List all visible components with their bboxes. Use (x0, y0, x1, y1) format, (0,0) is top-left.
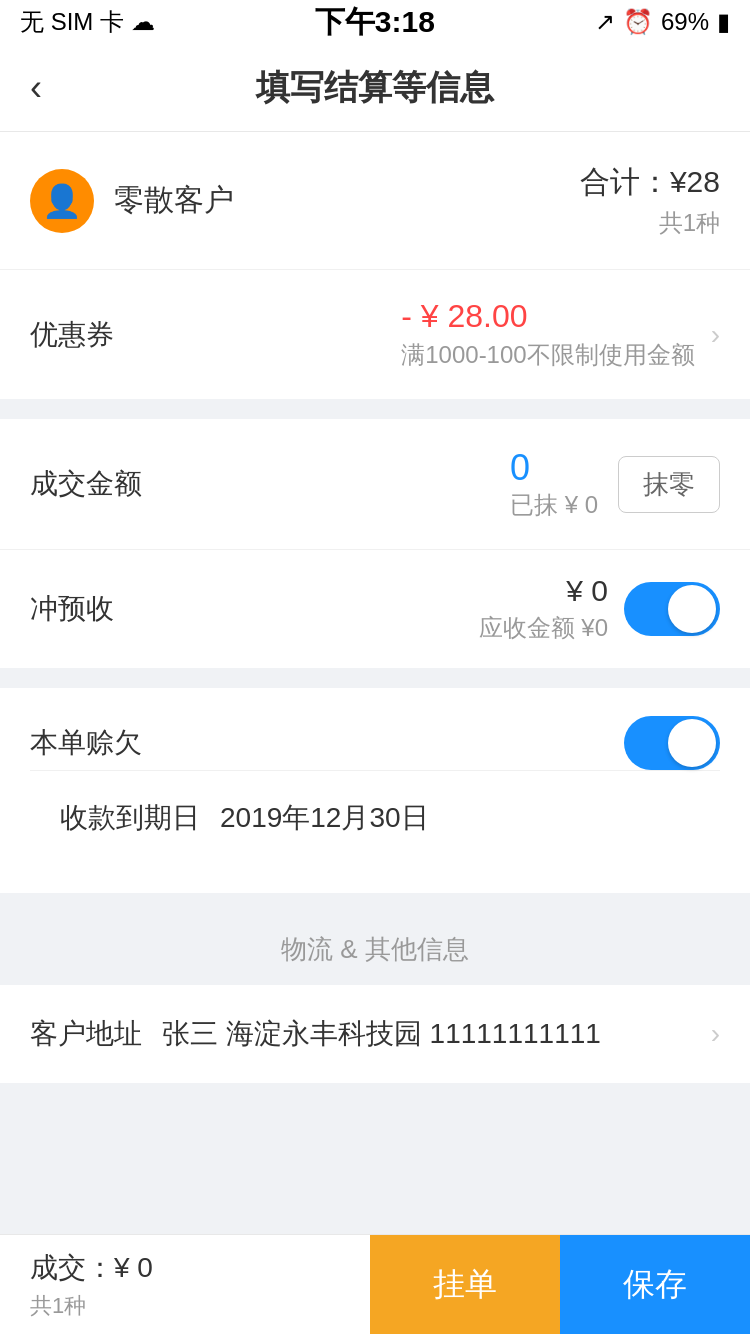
customer-totals: 合计：¥28 共1种 (580, 162, 720, 239)
battery-level: 69% (661, 8, 709, 36)
prepayment-label: 冲预收 (30, 590, 114, 628)
battery-icon: ▮ (717, 8, 730, 36)
transaction-row: 成交金额 0 已抹 ¥ 0 抹零 (0, 419, 750, 549)
bottom-count: 共1种 (30, 1291, 340, 1321)
content-area: 👤 零散客户 合计：¥28 共1种 优惠券 - ¥ 28.00 满1000-10… (0, 132, 750, 1303)
alarm-icon: ⏰ (623, 8, 653, 36)
coupon-description: 满1000-100不限制使用金额 (401, 339, 694, 371)
logistics-header: 物流 & 其他信息 (0, 913, 750, 985)
avatar-icon: 👤 (42, 182, 82, 220)
nav-bar: ‹ 填写结算等信息 (0, 44, 750, 132)
customer-row: 👤 零散客户 合计：¥28 共1种 (0, 132, 750, 269)
debit-toggle-knob (668, 719, 716, 767)
sim-status: 无 SIM 卡 ☁ (20, 6, 155, 38)
logistics-title: 物流 & 其他信息 (281, 932, 469, 967)
transaction-section: 成交金额 0 已抹 ¥ 0 抹零 冲预收 ¥ 0 应收金额 ¥0 (0, 419, 750, 668)
location-icon: ↗ (595, 8, 615, 36)
logistics-section: 客户地址 张三 海淀永丰科技园 11111111111 › (0, 985, 750, 1083)
coupon-label: 优惠券 (30, 316, 114, 354)
transaction-amount[interactable]: 0 (510, 447, 598, 489)
customer-info: 👤 零散客户 (30, 169, 234, 233)
avatar: 👤 (30, 169, 94, 233)
debit-label: 本单赊欠 (30, 724, 142, 762)
bottom-bar: 成交：¥ 0 共1种 挂单 保存 (0, 1234, 750, 1334)
coupon-right: - ¥ 28.00 满1000-100不限制使用金额 › (401, 298, 720, 371)
page-title: 填写结算等信息 (256, 65, 494, 111)
status-bar-time: 下午3:18 (315, 2, 435, 43)
prepayment-values: ¥ 0 应收金额 ¥0 (479, 574, 608, 644)
total-amount: 合计：¥28 (580, 162, 720, 203)
transaction-values: 0 已抹 ¥ 0 (510, 447, 598, 521)
coupon-discount: - ¥ 28.00 (401, 298, 694, 335)
coupon-values: - ¥ 28.00 满1000-100不限制使用金额 (401, 298, 694, 371)
debit-section: 本单赊欠 收款到期日 2019年12月30日 (0, 688, 750, 893)
total-count: 共1种 (580, 207, 720, 239)
due-date-row: 收款到期日 2019年12月30日 (30, 770, 720, 865)
prepayment-row: 冲预收 ¥ 0 应收金额 ¥0 (0, 549, 750, 668)
address-value: 张三 海淀永丰科技园 11111111111 (162, 1015, 711, 1053)
save-button[interactable]: 保存 (560, 1235, 750, 1334)
status-bar-right: ↗ ⏰ 69% ▮ (595, 8, 730, 36)
debit-content: 本单赊欠 收款到期日 2019年12月30日 (0, 688, 750, 893)
bottom-amount: 成交：¥ 0 (30, 1249, 340, 1287)
debit-row: 本单赊欠 (30, 716, 720, 770)
customer-section: 👤 零散客户 合计：¥28 共1种 优惠券 - ¥ 28.00 满1000-10… (0, 132, 750, 399)
address-chevron-icon: › (711, 1018, 720, 1050)
customer-name: 零散客户 (114, 180, 234, 221)
debit-toggle[interactable] (624, 716, 720, 770)
pending-button[interactable]: 挂单 (370, 1235, 560, 1334)
transaction-right: 0 已抹 ¥ 0 抹零 (510, 447, 720, 521)
status-bar: 无 SIM 卡 ☁ 下午3:18 ↗ ⏰ 69% ▮ (0, 0, 750, 44)
already-rounded: 已抹 ¥ 0 (510, 489, 598, 521)
bottom-amount-label: 成交： (30, 1252, 114, 1283)
bottom-summary: 成交：¥ 0 共1种 (0, 1235, 370, 1334)
due-date-label: 收款到期日 (60, 799, 200, 837)
toggle-knob (668, 585, 716, 633)
bottom-amount-value: ¥ 0 (114, 1252, 153, 1283)
prepayment-right: ¥ 0 应收金额 ¥0 (479, 574, 720, 644)
prepayment-receivable: 应收金额 ¥0 (479, 612, 608, 644)
prepayment-amount: ¥ 0 (479, 574, 608, 608)
prepayment-toggle[interactable] (624, 582, 720, 636)
round-button[interactable]: 抹零 (618, 456, 720, 513)
back-button[interactable]: ‹ (30, 67, 42, 109)
due-date-value[interactable]: 2019年12月30日 (220, 799, 429, 837)
address-row[interactable]: 客户地址 张三 海淀永丰科技园 11111111111 › (0, 985, 750, 1083)
chevron-right-icon: › (711, 319, 720, 351)
address-label: 客户地址 (30, 1015, 142, 1053)
transaction-label: 成交金额 (30, 465, 142, 503)
status-bar-left: 无 SIM 卡 ☁ (20, 6, 155, 38)
coupon-row[interactable]: 优惠券 - ¥ 28.00 满1000-100不限制使用金额 › (0, 269, 750, 399)
